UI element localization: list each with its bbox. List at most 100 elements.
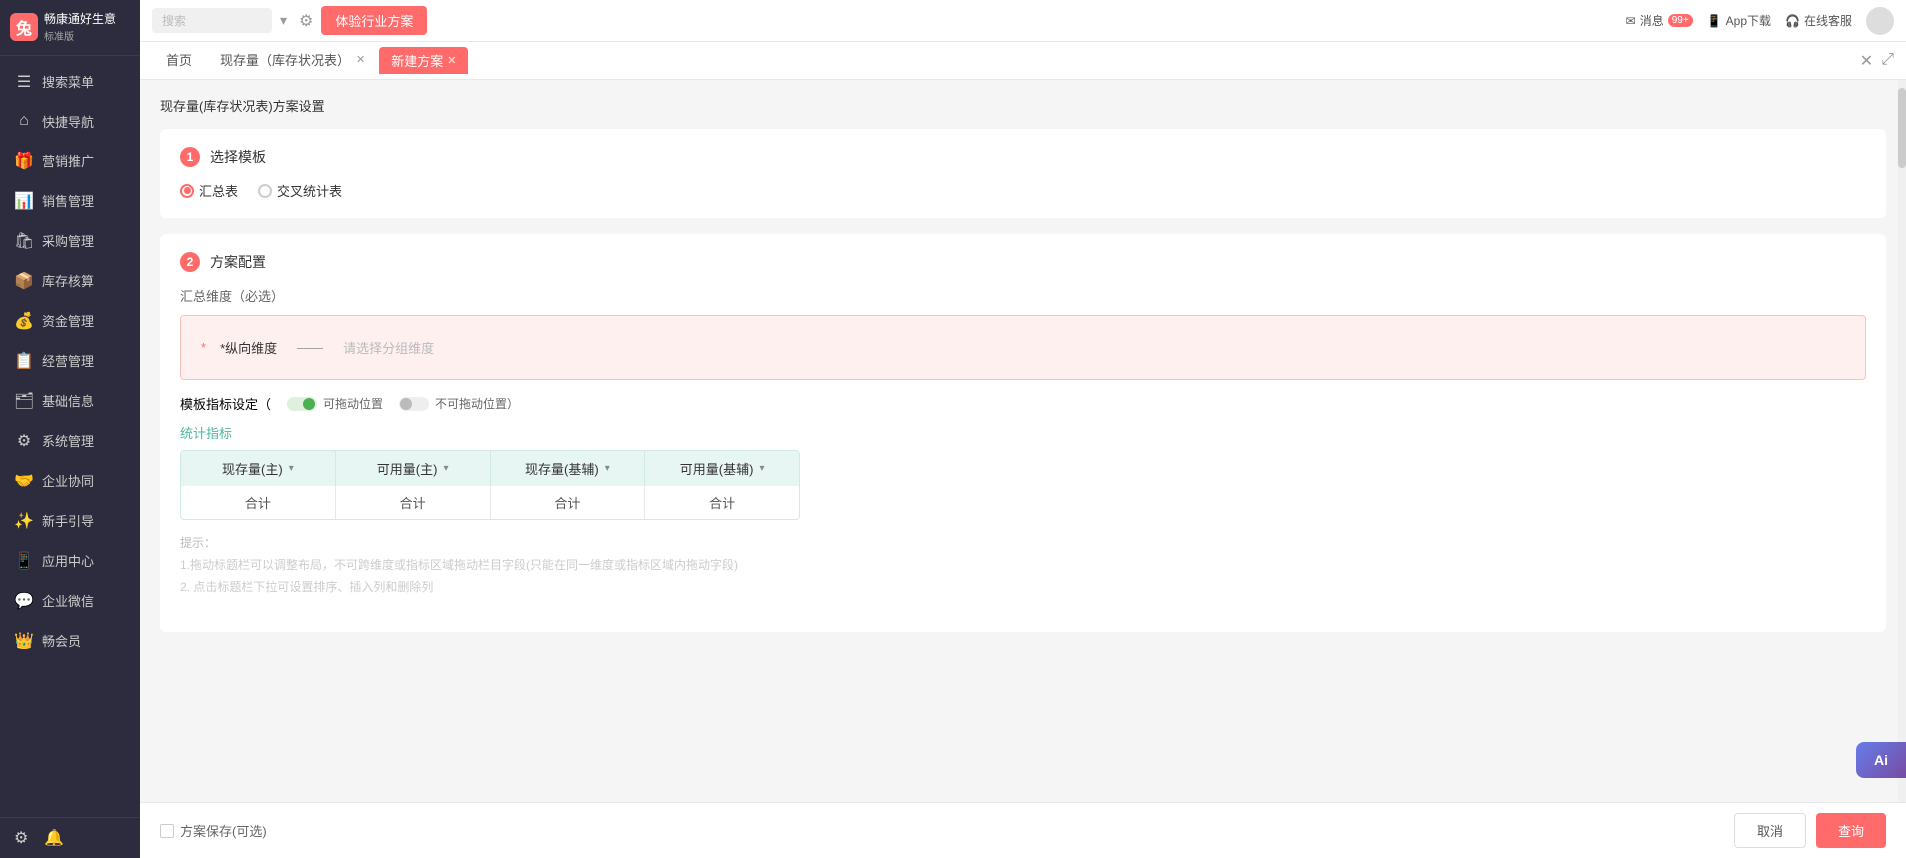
sidebar-item-enterprise-coop[interactable]: 🤝 企业协同: [0, 461, 140, 501]
indicator-toggle-row: 模板指标设定（ 可拖动位置 不可拖动位置）: [180, 394, 1866, 413]
tab-inventory[interactable]: 现存量（库存状况表） ✕: [206, 42, 379, 79]
sidebar-item-operations[interactable]: 📋 经营管理: [0, 341, 140, 381]
stats-title: 统计指标: [180, 423, 1866, 442]
headphone-icon: 🎧: [1785, 14, 1800, 28]
sidebar-item-enterprise-wechat[interactable]: 💬 企业微信: [0, 581, 140, 621]
query-button[interactable]: 查询: [1816, 813, 1886, 848]
dimension-box[interactable]: * *纵向维度 —— 请选择分组维度: [180, 315, 1866, 380]
col-available-main[interactable]: 可用量(主) ▾: [336, 451, 491, 486]
cell-current-main-sub: 合计: [181, 486, 336, 519]
tab-new-scheme-close-icon[interactable]: ✕: [447, 54, 456, 67]
col-current-qty-aux[interactable]: 现存量(基辅) ▾: [491, 451, 646, 486]
online-service-button[interactable]: 🎧 在线客服: [1785, 12, 1852, 29]
tab-new-scheme-label: 新建方案: [391, 51, 443, 70]
summary-radio[interactable]: [180, 184, 194, 198]
step1-header: 1 选择模板: [180, 147, 1866, 167]
operations-icon: 📋: [14, 351, 34, 371]
scroll-track[interactable]: [1898, 80, 1906, 802]
sidebar-item-label: 新手引导: [42, 511, 94, 530]
scroll-thumb[interactable]: [1898, 88, 1906, 168]
draggable-toggle[interactable]: 可拖动位置: [287, 395, 383, 412]
app-download-button[interactable]: 📱 App下载: [1707, 12, 1771, 29]
chevron-down-icon[interactable]: ▾: [280, 12, 287, 29]
sidebar-item-finance[interactable]: 💰 资金管理: [0, 301, 140, 341]
sidebar-item-member[interactable]: 👑 畅会员: [0, 621, 140, 661]
not-draggable-label: 不可拖动位置）: [435, 395, 519, 412]
summary-label: 汇总表: [199, 181, 238, 200]
cross-radio[interactable]: [258, 184, 272, 198]
stats-table: 现存量(主) ▾ 可用量(主) ▾ 现存量(基辅) ▾: [180, 450, 800, 520]
col-available-aux-label: 可用量(基辅): [680, 459, 754, 478]
sidebar-item-search-menu[interactable]: ☰ 搜索菜单: [0, 62, 140, 102]
sidebar-item-app-center[interactable]: 📱 应用中心: [0, 541, 140, 581]
sidebar-item-newbie[interactable]: ✨ 新手引导: [0, 501, 140, 541]
cell-current-aux-sub: 合计: [491, 486, 646, 519]
basic-info-icon: 🗂: [14, 391, 34, 411]
dim-placeholder: 请选择分组维度: [343, 338, 434, 357]
industry-plan-button[interactable]: 体验行业方案: [321, 6, 427, 35]
required-star: *: [201, 340, 206, 355]
tab-inventory-close-icon[interactable]: ✕: [356, 53, 365, 66]
settings-icon[interactable]: ⚙: [299, 11, 313, 31]
col-current-qty-main[interactable]: 现存量(主) ▾: [181, 451, 336, 486]
search-placeholder: 搜索: [162, 14, 186, 28]
col-current-qty-aux-chevron[interactable]: ▾: [605, 463, 610, 474]
indicator-settings: 模板指标设定（ 可拖动位置 不可拖动位置）: [180, 394, 1866, 413]
sidebar-item-purchase[interactable]: 🛍 采购管理: [0, 221, 140, 261]
ai-float-button[interactable]: Ai: [1856, 742, 1906, 778]
sidebar-item-basic-info[interactable]: 🗂 基础信息: [0, 381, 140, 421]
sidebar-item-label: 企业协同: [42, 471, 94, 490]
not-draggable-toggle-switch: [399, 397, 429, 411]
tab-home[interactable]: 首页: [152, 42, 206, 79]
template-summary-option[interactable]: 汇总表: [180, 181, 238, 200]
sidebar-item-label: 应用中心: [42, 551, 94, 570]
sidebar-item-label: 资金管理: [42, 311, 94, 330]
tabs-controls: ✕ ⤢: [1860, 51, 1894, 71]
indicator-settings-label: 模板指标设定（: [180, 394, 271, 413]
save-option: 方案保存(可选): [160, 821, 267, 840]
col-available-aux[interactable]: 可用量(基辅) ▾: [645, 451, 799, 486]
cancel-button[interactable]: 取消: [1734, 813, 1806, 848]
step1-card: 1 选择模板 汇总表 交叉统计表: [160, 129, 1886, 218]
sales-icon: 📊: [14, 191, 34, 211]
save-option-label: 方案保存(可选): [180, 821, 267, 840]
col-current-qty-aux-label: 现存量(基辅): [525, 459, 599, 478]
inventory-check-icon: 📦: [14, 271, 34, 291]
sidebar-item-system[interactable]: ⚙ 系统管理: [0, 421, 140, 461]
col-available-main-chevron[interactable]: ▾: [443, 463, 448, 474]
save-checkbox[interactable]: [160, 824, 174, 838]
col-current-qty-main-chevron[interactable]: ▾: [289, 463, 294, 474]
expand-tab-icon[interactable]: ⤢: [1881, 51, 1894, 71]
step2-header: 2 方案配置: [180, 252, 1866, 272]
cell-available-main-sub: 合计: [336, 486, 491, 519]
stats-section: 统计指标 现存量(主) ▾ 可用量(主) ▾: [180, 423, 1866, 520]
draggable-toggle-switch[interactable]: [287, 397, 317, 411]
stats-data-row: 合计 合计 合计 合计: [181, 486, 799, 519]
marketing-icon: 🎁: [14, 151, 34, 171]
template-cross-option[interactable]: 交叉统计表: [258, 181, 342, 200]
sidebar-item-label: 快捷导航: [42, 112, 94, 131]
sidebar-item-label: 营销推广: [42, 151, 94, 170]
col-available-aux-chevron[interactable]: ▾: [759, 463, 764, 474]
message-button[interactable]: ✉ 消息 99+: [1626, 12, 1693, 29]
newbie-icon: ✨: [14, 511, 34, 531]
sidebar-item-quick-nav[interactable]: ⌂ 快捷导航: [0, 102, 140, 141]
enterprise-coop-icon: 🤝: [14, 471, 34, 491]
sound-footer-icon[interactable]: 🔔: [44, 828, 64, 848]
tips-section: 提示： 1.拖动标题栏可以调整布局，不可跨维度或指标区域拖动栏目字段(只能在同一…: [180, 534, 1866, 598]
search-box: 搜索: [152, 8, 272, 33]
sidebar-item-inventory-check[interactable]: 📦 库存核算: [0, 261, 140, 301]
close-tab-icon[interactable]: ✕: [1860, 51, 1873, 71]
quick-nav-icon: ⌂: [14, 112, 34, 130]
sidebar-item-marketing[interactable]: 🎁 营销推广: [0, 141, 140, 181]
sidebar-item-label: 系统管理: [42, 431, 94, 450]
sidebar-item-sales[interactable]: 📊 销售管理: [0, 181, 140, 221]
tab-new-scheme[interactable]: 新建方案 ✕: [379, 47, 468, 74]
col-available-main-label: 可用量(主): [377, 459, 438, 478]
user-avatar[interactable]: [1866, 7, 1894, 35]
tab-inventory-label: 现存量（库存状况表）: [220, 50, 350, 69]
step1-label: 选择模板: [210, 147, 266, 167]
search-menu-icon: ☰: [14, 72, 34, 92]
logo-icon: 兔: [10, 13, 38, 41]
settings-footer-icon[interactable]: ⚙: [14, 828, 28, 848]
